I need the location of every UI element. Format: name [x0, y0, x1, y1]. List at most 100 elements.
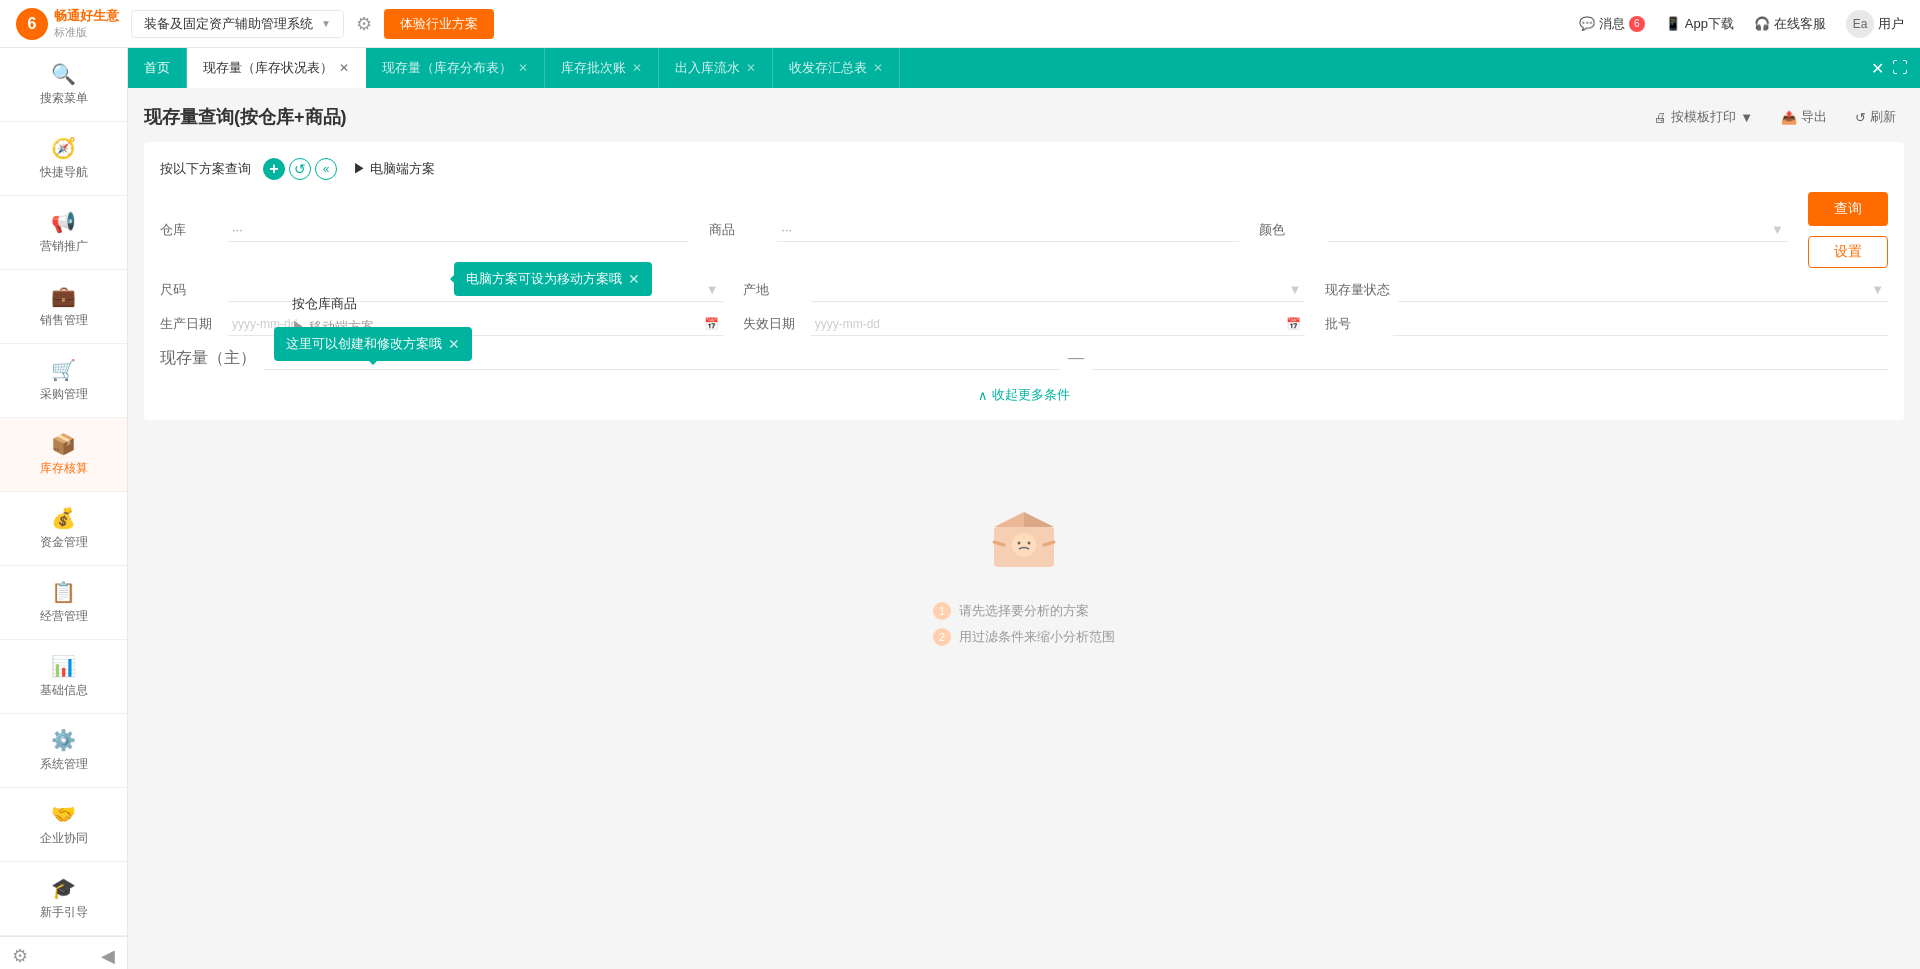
tab-inout-flow-label: 出入库流水 [675, 59, 740, 77]
sidebar-item-inventory[interactable]: 📦 库存核算 [0, 418, 127, 492]
origin-dropdown-icon: ▼ [1288, 282, 1301, 297]
svg-point-3 [1012, 533, 1036, 557]
sidebar-collapse-icon[interactable]: ◀ [101, 945, 115, 967]
tab-receive-summary[interactable]: 收发存汇总表 ✕ [773, 48, 900, 88]
collapse-up-icon: ∧ [978, 388, 988, 403]
phone-icon: 📱 [1665, 16, 1681, 31]
empty-text: 1 请先选择要分析的方案 2 用过滤条件来缩小分析范围 [933, 598, 1115, 650]
product-select[interactable]: ··· [777, 218, 1238, 242]
qty-max-input[interactable] [1092, 346, 1888, 370]
sidebar-label-enterprise: 企业协同 [40, 830, 88, 847]
back-scheme-button[interactable]: « [315, 158, 337, 180]
quicknav-icon: 🧭 [51, 136, 76, 160]
marketing-icon: 📢 [51, 210, 76, 234]
settings-icon[interactable]: ⚙ [356, 13, 372, 35]
sidebar-item-sales[interactable]: 💼 销售管理 [0, 270, 127, 344]
sidebar-item-enterprise[interactable]: 🤝 企业协同 [0, 788, 127, 862]
sidebar-settings-icon[interactable]: ⚙ [12, 945, 28, 967]
export-button[interactable]: 📤 导出 [1773, 104, 1835, 130]
batch-label: 批号 [1325, 315, 1385, 333]
warehouse-select[interactable]: ··· [228, 218, 689, 242]
tab-inventory-dist-close[interactable]: ✕ [518, 61, 528, 75]
status-select[interactable]: ▼ [1398, 278, 1888, 302]
tab-inout-flow[interactable]: 出入库流水 ✕ [659, 48, 773, 88]
message-nav-item[interactable]: 💬 消息 6 [1579, 15, 1645, 33]
sidebar-label-marketing: 营销推广 [40, 238, 88, 255]
filter-header-label: 按以下方案查询 [160, 160, 251, 178]
app-title: 畅通好生意 [54, 8, 119, 25]
step2-text: 用过滤条件来缩小分析范围 [959, 624, 1115, 650]
tab-home-label: 首页 [144, 59, 170, 77]
color-label: 颜色 [1259, 221, 1319, 239]
refresh-scheme-button[interactable]: ↺ [289, 158, 311, 180]
dropdown-arrow-icon: ▼ [321, 18, 331, 29]
expire-date-placeholder: yyyy-mm-dd [815, 317, 880, 331]
system-selector[interactable]: 装备及固定资产辅助管理系统 ▼ [131, 10, 344, 38]
tab-receive-summary-close[interactable]: ✕ [873, 61, 883, 75]
warehouse-dots: ··· [232, 222, 243, 237]
tooltip-pc-close[interactable]: ✕ [628, 271, 640, 287]
close-all-tabs-icon[interactable]: ✕ [1871, 59, 1884, 78]
tab-inventory-status[interactable]: 现存量（库存状况表） ✕ [187, 48, 366, 88]
tab-batch-ledger-close[interactable]: ✕ [632, 61, 642, 75]
sales-icon: 💼 [51, 284, 76, 308]
sidebar-item-purchase[interactable]: 🛒 采购管理 [0, 344, 127, 418]
filter-batch: 批号 [1325, 312, 1888, 336]
basics-icon: 📊 [51, 654, 76, 678]
filter-warehouse: 仓库 ··· [160, 218, 689, 242]
tab-batch-ledger-label: 库存批次账 [561, 59, 626, 77]
calendar-icon-expire: 📅 [1286, 317, 1301, 331]
sidebar-item-guide[interactable]: 🎓 新手引导 [0, 862, 127, 936]
search-button[interactable]: 查询 [1808, 192, 1888, 226]
tab-batch-ledger[interactable]: 库存批次账 ✕ [545, 48, 659, 88]
batch-input[interactable] [1393, 312, 1888, 336]
message-label: 消息 [1599, 15, 1625, 33]
sidebar-label-inventory: 库存核算 [40, 460, 88, 477]
step1-text: 请先选择要分析的方案 [959, 598, 1089, 624]
print-button[interactable]: 🖨 按模板打印 ▼ [1646, 104, 1761, 130]
svg-point-4 [1018, 542, 1021, 545]
tab-home[interactable]: 首页 [128, 48, 187, 88]
expire-date-input[interactable]: yyyy-mm-dd 📅 [811, 313, 1306, 336]
color-select[interactable]: ▼ [1327, 218, 1788, 242]
service-item[interactable]: 🎧 在线客服 [1754, 15, 1826, 33]
qty-separator: — [1068, 349, 1084, 367]
enterprise-icon: 🤝 [51, 802, 76, 826]
fullscreen-icon[interactable]: ⛶ [1892, 59, 1908, 77]
origin-label: 产地 [743, 281, 803, 299]
user-label: 用户 [1878, 15, 1904, 33]
user-item[interactable]: Ea 用户 [1846, 10, 1904, 38]
tab-inout-flow-close[interactable]: ✕ [746, 61, 756, 75]
filter-card: 按以下方案查询 + ↺ « ▶ 电脑端方案 电脑方案可设为移动方案哦 ✕ 这里可… [144, 142, 1904, 420]
sidebar-item-operations[interactable]: 📋 经营管理 [0, 566, 127, 640]
tab-inventory-status-close[interactable]: ✕ [339, 61, 349, 75]
size-label: 尺码 [160, 281, 220, 299]
sidebar-item-system[interactable]: ⚙️ 系统管理 [0, 714, 127, 788]
filter-header: 按以下方案查询 + ↺ « ▶ 电脑端方案 [160, 158, 1888, 180]
industry-button[interactable]: 体验行业方案 [384, 9, 494, 39]
top-header: 6 畅通好生意 标准版 装备及固定资产辅助管理系统 ▼ ⚙ 体验行业方案 💬 消… [0, 0, 1920, 48]
sidebar-item-marketing[interactable]: 📢 营销推广 [0, 196, 127, 270]
operations-icon: 📋 [51, 580, 76, 604]
tab-inventory-dist[interactable]: 现存量（库存分布表） ✕ [366, 48, 545, 88]
sidebar-item-search[interactable]: 🔍 搜索菜单 [0, 48, 127, 122]
system-icon: ⚙️ [51, 728, 76, 752]
refresh-button[interactable]: ↺ 刷新 [1847, 104, 1904, 130]
add-scheme-button[interactable]: + [263, 158, 285, 180]
filter-expire-date: 失效日期 yyyy-mm-dd 📅 [743, 313, 1306, 336]
origin-select[interactable]: ▼ [811, 278, 1306, 302]
sidebar-item-quicknav[interactable]: 🧭 快捷导航 [0, 122, 127, 196]
page-title-bar: 现存量查询(按仓库+商品) 🖨 按模板打印 ▼ 📤 导出 ↺ 刷新 [144, 104, 1904, 130]
sidebar-item-basics[interactable]: 📊 基础信息 [0, 640, 127, 714]
collapse-bar[interactable]: ∧ 收起更多条件 [160, 378, 1888, 404]
scheme-label: ▶ 电脑端方案 [353, 160, 435, 178]
reset-button[interactable]: 设置 [1808, 236, 1888, 268]
product-dots: ··· [781, 222, 792, 237]
tab-bar: 首页 现存量（库存状况表） ✕ 现存量（库存分布表） ✕ 库存批次账 ✕ 出入库… [128, 48, 1920, 88]
tooltip-create-close[interactable]: ✕ [448, 336, 460, 352]
svg-marker-2 [1024, 512, 1054, 527]
sidebar-item-finance[interactable]: 💰 资金管理 [0, 492, 127, 566]
tab-inventory-status-label: 现存量（库存状况表） [203, 59, 333, 77]
svg-marker-1 [994, 512, 1024, 527]
app-download-item[interactable]: 📱 App下载 [1665, 15, 1734, 33]
